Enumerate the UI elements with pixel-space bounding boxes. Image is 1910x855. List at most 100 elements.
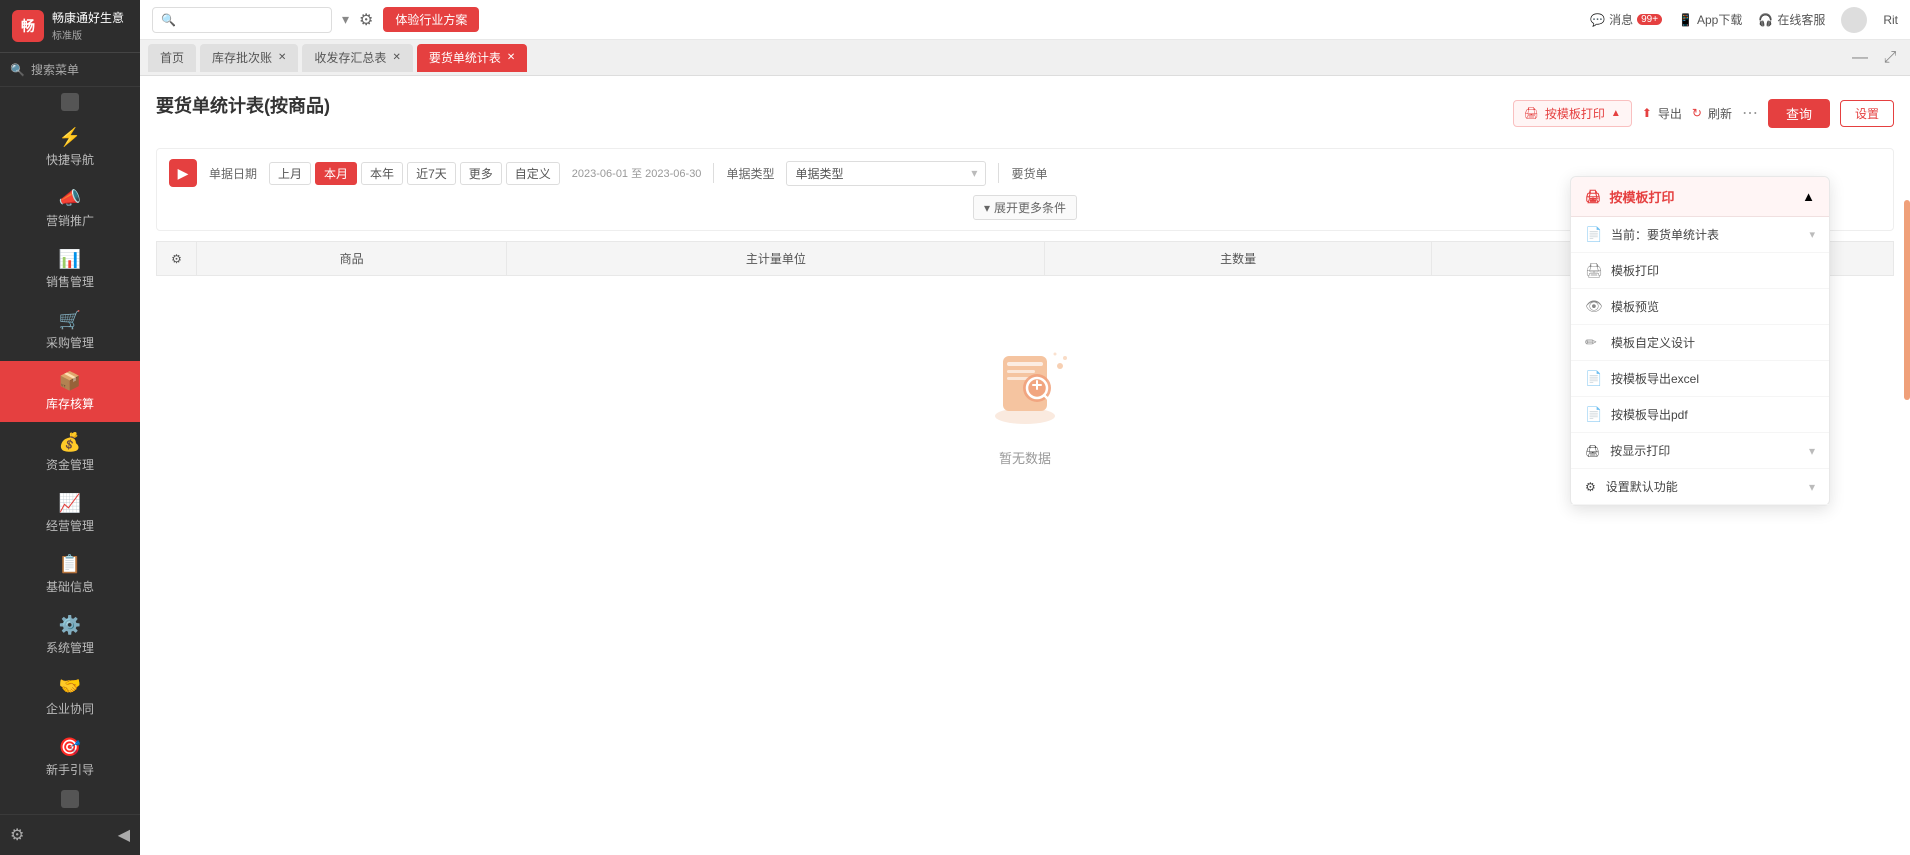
sidebar-item-label: 销售管理 <box>46 273 94 290</box>
sidebar-item-label: 采购管理 <box>46 334 94 351</box>
date-more-btn[interactable]: 更多 <box>460 162 502 185</box>
date-range-display: 2023-06-01 至 2023-06-30 <box>572 165 702 181</box>
online-service-btn[interactable]: 🎧 在线客服 <box>1758 11 1825 28</box>
print-template-btn[interactable]: 🖨 按模板打印 ▲ <box>1513 100 1632 127</box>
tab-receipt-summary-close[interactable]: ✕ <box>392 52 400 63</box>
topbar-right: 💬 消息 99+ 📱 App下载 🎧 在线客服 Rit <box>1590 7 1898 33</box>
sidebar-menu: ⚡ 快捷导航 📣 营销推广 📊 销售管理 🛒 采购管理 📦 库存核算 💰 资金管… <box>0 117 140 784</box>
empty-state-icon <box>975 336 1075 436</box>
tab-order-stats-close[interactable]: ✕ <box>507 52 515 63</box>
date-custom-btn[interactable]: 自定义 <box>506 162 560 185</box>
expand-chevron-icon: ▾ <box>984 201 990 215</box>
sidebar-item-marketing[interactable]: 📣 营销推广 <box>0 178 140 239</box>
sidebar-item-label: 营销推广 <box>46 212 94 229</box>
dropdown-item-template-design[interactable]: ✏ 模板自定义设计 <box>1571 325 1829 361</box>
date-prev-month-btn[interactable]: 上月 <box>269 162 311 185</box>
sidebar-item-label: 系统管理 <box>46 639 94 656</box>
print-dropdown-menu: 🖨 按模板打印 ▲ 📄 当前：要货单统计表 ▾ 🖨 模板打印 👁 模板预览 <box>1570 176 1830 506</box>
tab-actions: — ⤢ <box>1848 46 1902 70</box>
dropdown-item-template-preview[interactable]: 👁 模板预览 <box>1571 289 1829 325</box>
collapse-icon[interactable]: ◀ <box>118 825 130 845</box>
tab-order-stats[interactable]: 要货单统计表 ✕ <box>417 44 527 72</box>
dropdown-item-export-pdf[interactable]: 📄 按模板导出pdf <box>1571 397 1829 433</box>
right-scrollbar[interactable] <box>1904 200 1910 400</box>
default-func-icon: ⚙ <box>1585 480 1596 494</box>
topbar-gear-icon[interactable]: ⚙ <box>359 10 373 30</box>
sidebar-item-system[interactable]: ⚙️ 系统管理 <box>0 605 140 666</box>
message-icon: 💬 <box>1590 13 1605 27</box>
dropdown-item-template-print[interactable]: 🖨 模板打印 <box>1571 253 1829 289</box>
type-select[interactable]: 单据类型 ▾ <box>786 161 986 186</box>
topbar-dropdown-icon[interactable]: ▾ <box>342 11 349 28</box>
enterprise-icon: 🤝 <box>59 676 81 697</box>
dropdown-item-display-print[interactable]: 🖨 按显示打印 ▾ <box>1571 433 1829 469</box>
tab-batch-account[interactable]: 库存批次账 ✕ <box>200 44 298 72</box>
current-template-chevron: ▾ <box>1809 228 1815 241</box>
settings-button[interactable]: 设置 <box>1840 100 1894 127</box>
trial-button[interactable]: 体验行业方案 <box>383 7 479 32</box>
display-print-chevron: ▾ <box>1809 444 1815 458</box>
tab-receipt-summary[interactable]: 收发存汇总表 ✕ <box>302 44 412 72</box>
dropdown-collapse-icon[interactable]: ▲ <box>1802 189 1815 204</box>
dropdown-current-label: 当前：要货单统计表 <box>1611 226 1719 243</box>
inventory-icon: 📦 <box>59 371 81 392</box>
sidebar-item-enterprise[interactable]: 🤝 企业协同 <box>0 666 140 727</box>
topbar-search-box[interactable]: 🔍 <box>152 7 332 33</box>
main-area: 🔍 ▾ ⚙ 体验行业方案 💬 消息 99+ 📱 App下载 🎧 在线客服 Rit <box>140 0 1910 855</box>
guide-icon: 🎯 <box>59 737 81 758</box>
basic-info-icon: 📋 <box>59 554 81 575</box>
sidebar-item-quick-nav[interactable]: ⚡ 快捷导航 <box>0 117 140 178</box>
dropdown-header[interactable]: 🖨 按模板打印 ▲ <box>1571 177 1829 217</box>
more-options-icon[interactable]: ⋯ <box>1742 103 1758 123</box>
refresh-btn-label: 刷新 <box>1708 105 1732 122</box>
tabs-bar: 首页 库存批次账 ✕ 收发存汇总表 ✕ 要货单统计表 ✕ — ⤢ <box>140 40 1910 76</box>
settings-icon[interactable]: ⚙ <box>10 825 24 845</box>
tab-order-stats-label: 要货单统计表 <box>429 49 501 66</box>
default-func-left: ⚙ 设置默认功能 <box>1585 478 1678 495</box>
dropdown-item-default-func[interactable]: ⚙ 设置默认功能 ▾ <box>1571 469 1829 505</box>
tab-receipt-summary-label: 收发存汇总表 <box>314 49 386 66</box>
sidebar-item-finance[interactable]: 💰 资金管理 <box>0 422 140 483</box>
date-current-month-btn[interactable]: 本月 <box>315 162 357 185</box>
export-pdf-icon: 📄 <box>1585 406 1601 423</box>
filter-arrow-btn[interactable]: ▶ <box>169 159 197 187</box>
app-tag: 标准版 <box>52 27 124 42</box>
tab-minimize-btn[interactable]: — <box>1848 46 1872 70</box>
export-btn[interactable]: ⬆ 导出 <box>1642 105 1682 122</box>
tab-home[interactable]: 首页 <box>148 44 196 72</box>
sidebar-item-guide[interactable]: 🎯 新手引导 <box>0 727 140 784</box>
table-header-gear[interactable]: ⚙ <box>157 242 197 276</box>
marketing-icon: 📣 <box>59 188 81 209</box>
sidebar-item-basic-info[interactable]: 📋 基础信息 <box>0 544 140 605</box>
dropdown-item-export-excel[interactable]: 📄 按模板导出excel <box>1571 361 1829 397</box>
tab-maximize-btn[interactable]: ⤢ <box>1878 46 1902 70</box>
username: Rit <box>1883 13 1898 27</box>
template-print-label: 模板打印 <box>1611 262 1659 279</box>
sidebar-search[interactable]: 🔍 搜索菜单 <box>0 53 140 87</box>
refresh-btn[interactable]: ↻ 刷新 <box>1692 105 1732 122</box>
scroll-down-btn[interactable] <box>61 790 79 808</box>
app-download-label: App下载 <box>1697 11 1742 28</box>
date-current-year-btn[interactable]: 本年 <box>361 162 403 185</box>
display-print-left: 🖨 按显示打印 <box>1585 442 1670 459</box>
messages-label: 消息 <box>1609 11 1633 28</box>
export-pdf-label: 按模板导出pdf <box>1611 406 1688 423</box>
sidebar-item-sales[interactable]: 📊 销售管理 <box>0 239 140 300</box>
template-design-icon: ✏ <box>1585 334 1601 351</box>
sidebar-item-purchase[interactable]: 🛒 采购管理 <box>0 300 140 361</box>
date-7days-btn[interactable]: 近7天 <box>407 162 456 185</box>
page-title: 要货单统计表(按商品) <box>156 92 330 118</box>
expand-filter-btn[interactable]: ▾ 展开更多条件 <box>973 195 1077 220</box>
print-icon: 🖨 <box>1524 106 1539 120</box>
sidebar-item-label: 基础信息 <box>46 578 94 595</box>
query-button[interactable]: 查询 <box>1768 99 1830 128</box>
sidebar-item-inventory[interactable]: 📦 库存核算 <box>0 361 140 422</box>
messages-btn[interactable]: 💬 消息 99+ <box>1590 11 1662 28</box>
sidebar-item-operations[interactable]: 📈 经营管理 <box>0 483 140 544</box>
scroll-up-btn[interactable] <box>61 93 79 111</box>
dropdown-current-template[interactable]: 📄 当前：要货单统计表 ▾ <box>1571 217 1829 253</box>
app-download-btn[interactable]: 📱 App下载 <box>1678 11 1742 28</box>
table-gear-icon[interactable]: ⚙ <box>171 252 182 266</box>
tab-batch-account-close[interactable]: ✕ <box>278 52 286 63</box>
display-print-label: 按显示打印 <box>1610 442 1670 459</box>
